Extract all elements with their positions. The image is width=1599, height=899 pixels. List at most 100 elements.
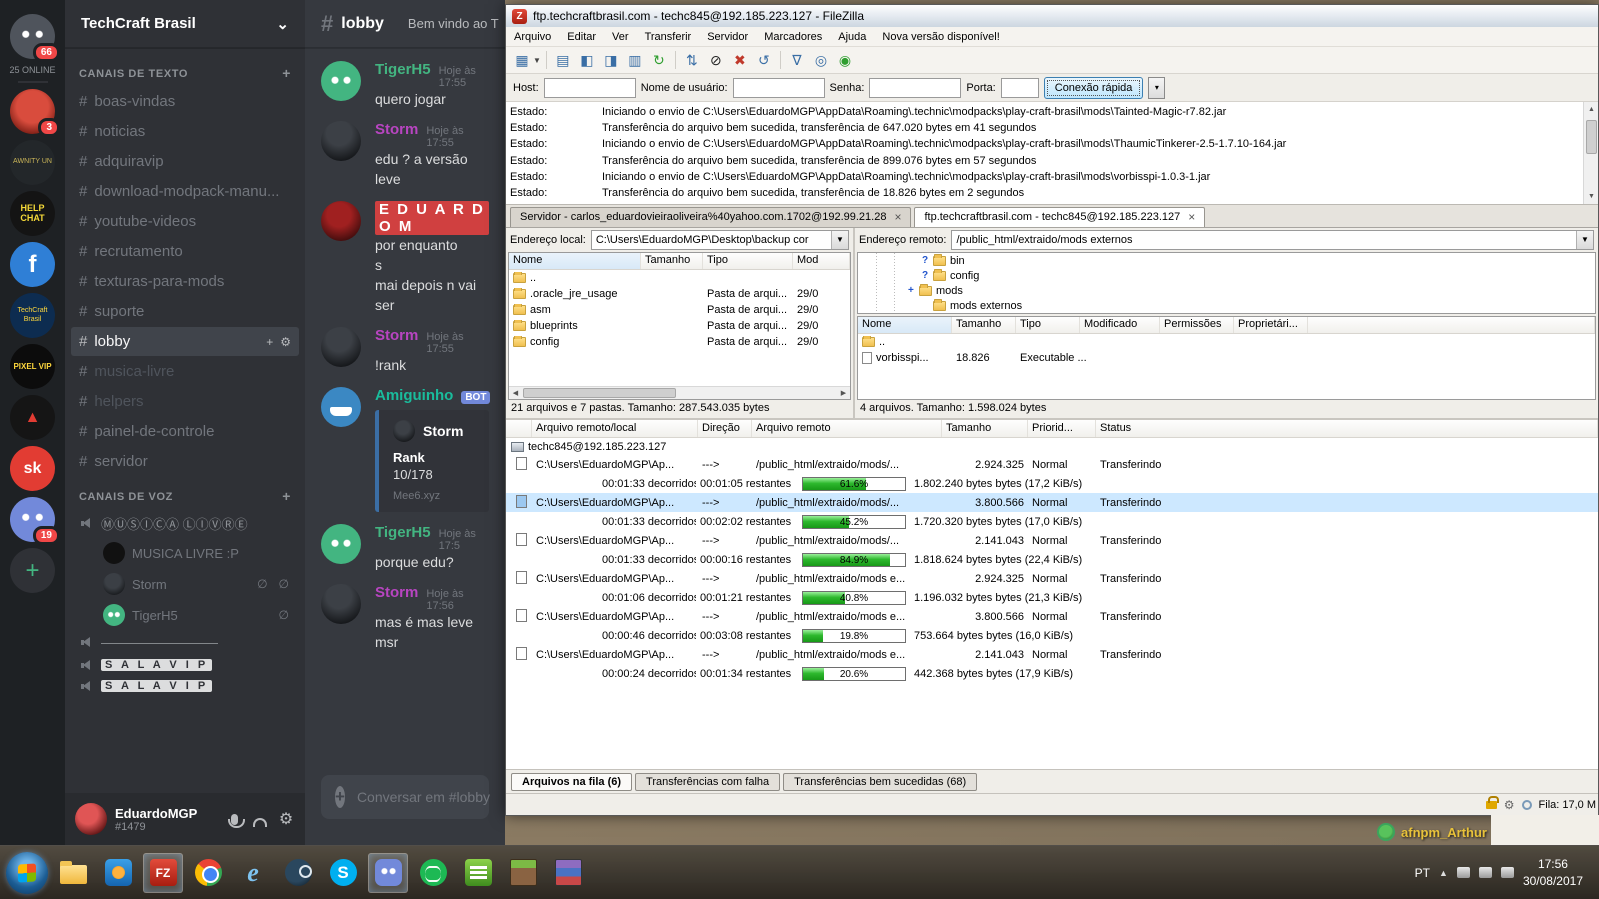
menu-arquivo[interactable]: Arquivo — [506, 28, 559, 46]
taskbar-spotify[interactable] — [413, 853, 453, 893]
toggle-local-tree-icon[interactable]: ◧ — [576, 49, 598, 71]
tab-server-2[interactable]: ftp.techcraftbrasil.com - techc845@192.1… — [914, 207, 1206, 227]
add-server-button[interactable]: + — [10, 548, 55, 593]
column-modificado[interactable]: Mod — [793, 253, 850, 269]
file-row[interactable]: .. — [509, 270, 850, 286]
server-icon-1[interactable]: AWNITY UN — [10, 140, 55, 185]
disconnect-icon[interactable]: ✖ — [729, 49, 751, 71]
avatar[interactable] — [321, 61, 361, 101]
column-permissoes[interactable]: Permissões — [1160, 317, 1234, 333]
toggle-queue-icon[interactable]: ▥ — [624, 49, 646, 71]
file-row[interactable]: vorbisspi... 18.826 Executable ... — [858, 350, 1595, 366]
channel-list[interactable]: CANAIS DE TEXTO + # boas-vindas # noticias… — [65, 48, 305, 793]
message-author[interactable]: Storm — [375, 327, 418, 344]
tab-arquivos-na-fila[interactable]: Arquivos na fila (6) — [511, 772, 633, 791]
column-nome[interactable]: Nome — [509, 253, 641, 269]
taskbar-minecraft[interactable] — [503, 853, 543, 893]
sidebar-item-download-modpack[interactable]: # download-modpack-manu... — [71, 177, 299, 206]
add-channel-icon[interactable]: + — [282, 489, 291, 503]
avatar[interactable] — [321, 387, 361, 427]
menu-ajuda[interactable]: Ajuda — [830, 28, 874, 46]
compare-icon[interactable]: ◎ — [810, 49, 832, 71]
hidden-icons-chevron[interactable]: ▲ — [1439, 868, 1448, 878]
local-address-combo[interactable]: C:\Users\EduardoMGP\Desktop\backup cor ▼ — [590, 230, 849, 250]
taskbar-filezilla[interactable]: FZ — [143, 852, 183, 893]
volume-icon[interactable] — [1500, 867, 1514, 878]
column-modificado[interactable]: Modificado — [1080, 317, 1160, 333]
server-header[interactable]: TechCraft Brasil ⌄ — [65, 0, 305, 48]
close-icon[interactable]: × — [1188, 210, 1195, 224]
message-list[interactable]: TigerH5 Hoje às 17:55 quero jogar Storm Ho… — [305, 48, 505, 765]
sidebar-item-youtube-videos[interactable]: # youtube-videos — [71, 207, 299, 236]
queue-server-row[interactable]: techc845@192.185.223.127 — [506, 438, 1598, 455]
voice-user-musicbot[interactable]: MUSICA LIVRE :P — [71, 538, 299, 568]
refresh-icon[interactable]: ↻ — [648, 49, 670, 71]
sidebar-item-texturas-para-mods[interactable]: # texturas-para-mods — [71, 267, 299, 296]
column-arquivo-local[interactable]: Arquivo remoto/local — [532, 420, 698, 437]
tree-item-mods-externos[interactable]: mods externos — [858, 298, 1595, 313]
remote-address-combo[interactable]: /public_html/extraido/mods externos ▼ — [951, 230, 1594, 250]
column-tipo[interactable]: Tipo — [703, 253, 793, 269]
queue-transfer-row[interactable]: C:\Users\EduardoMGP\Ap... ---> /public_h… — [506, 531, 1598, 550]
column-prioridade[interactable]: Priorid... — [1028, 420, 1096, 437]
message-author[interactable]: Storm — [375, 121, 418, 138]
sidebar-item-lobby[interactable]: # lobby + ⚙ — [71, 327, 299, 356]
sidebar-item-boas-vindas[interactable]: # boas-vindas — [71, 87, 299, 116]
port-input[interactable] — [1000, 77, 1039, 98]
queue-transfer-row[interactable]: C:\Users\EduardoMGP\Ap... ---> /public_h… — [506, 607, 1598, 626]
discord-home-button[interactable]: 66 — [10, 14, 60, 62]
server-icon-5[interactable]: PIXEL VIP — [10, 344, 55, 389]
sidebar-item-helpers[interactable]: # helpers — [71, 387, 299, 416]
start-button[interactable] — [6, 851, 48, 894]
avatar[interactable] — [321, 201, 361, 241]
password-input[interactable] — [869, 77, 962, 98]
sidebar-item-adquiravip[interactable]: # adquiravip — [71, 147, 299, 176]
toggle-remote-tree-icon[interactable]: ◨ — [600, 49, 622, 71]
taskbar-skype[interactable]: S — [323, 853, 363, 893]
avatar[interactable] — [321, 584, 361, 624]
message-input[interactable]: + Conversar em #lobby — [321, 775, 490, 819]
network-icon[interactable] — [1478, 867, 1492, 878]
host-input[interactable] — [543, 77, 636, 98]
scroll-thumb[interactable] — [523, 388, 677, 398]
menu-servidor[interactable]: Servidor — [699, 28, 756, 46]
tab-server-1[interactable]: Servidor - carlos_eduardovieiraoliveira%… — [510, 207, 912, 227]
toggle-log-icon[interactable]: ▤ — [552, 49, 574, 71]
server-icon-6[interactable]: ▲ — [10, 395, 55, 440]
sidebar-item-painel-de-controle[interactable]: # painel-de-controle — [71, 417, 299, 446]
column-proprietario[interactable]: Proprietári... — [1234, 317, 1308, 333]
site-manager-icon[interactable]: ▦ — [511, 49, 533, 71]
tree-item-config[interactable]: ? config — [858, 268, 1595, 283]
avatar[interactable] — [321, 524, 361, 564]
add-channel-icon[interactable]: + — [282, 66, 291, 80]
reconnect-icon[interactable]: ↺ — [753, 49, 775, 71]
title-bar[interactable]: Z ftp.techcraftbrasil.com - techc845@192… — [506, 5, 1598, 27]
voice-user-tigerh5[interactable]: TigerH5 ∅ — [71, 600, 299, 630]
sidebar-item-musica-livre[interactable]: # musica-livre — [71, 357, 299, 386]
tree-item-bin[interactable]: ? bin — [858, 253, 1595, 268]
taskbar-green-app[interactable] — [458, 853, 498, 893]
menu-ver[interactable]: Ver — [604, 28, 637, 46]
taskbar-explorer[interactable] — [53, 853, 93, 893]
quickconnect-button[interactable]: Conexão rápida — [1043, 76, 1144, 99]
menu-transferir[interactable]: Transferir — [637, 28, 700, 46]
sidebar-item-suporte[interactable]: # suporte — [71, 297, 299, 326]
file-row[interactable]: .oracle_jre_usage Pasta de arqui... 29/0 — [509, 286, 850, 302]
avatar[interactable] — [321, 121, 361, 161]
taskbar-discord[interactable] — [368, 852, 408, 893]
language-indicator[interactable]: PT — [1415, 866, 1430, 880]
voice-user-storm[interactable]: Storm ∅ ∅ — [71, 569, 299, 599]
message-author[interactable]: TigerH5 — [375, 61, 431, 78]
clock[interactable]: 17:56 30/08/2017 — [1523, 856, 1583, 888]
settings-button[interactable]: ⚙ — [277, 810, 295, 828]
cancel-icon[interactable]: ⊘ — [705, 49, 727, 71]
message-author[interactable]: Amiguinho — [375, 387, 453, 404]
voice-channel-musica[interactable]: ⓂⓊⓈⒾⒸⒶ ⓁⒾⓋⓇⒺ — [71, 510, 299, 537]
mute-button[interactable] — [225, 810, 245, 828]
column-nome[interactable]: Nome — [858, 317, 952, 333]
column-tamanho[interactable]: Tamanho — [952, 317, 1016, 333]
tab-transferencias-bem-sucedidas[interactable]: Transferências bem sucedidas (68) — [783, 772, 978, 791]
user-avatar[interactable] — [75, 803, 107, 835]
column-tamanho[interactable]: Tamanho — [942, 420, 1028, 437]
queue-transfer-row[interactable]: C:\Users\EduardoMGP\Ap... ---> /public_h… — [506, 569, 1598, 588]
